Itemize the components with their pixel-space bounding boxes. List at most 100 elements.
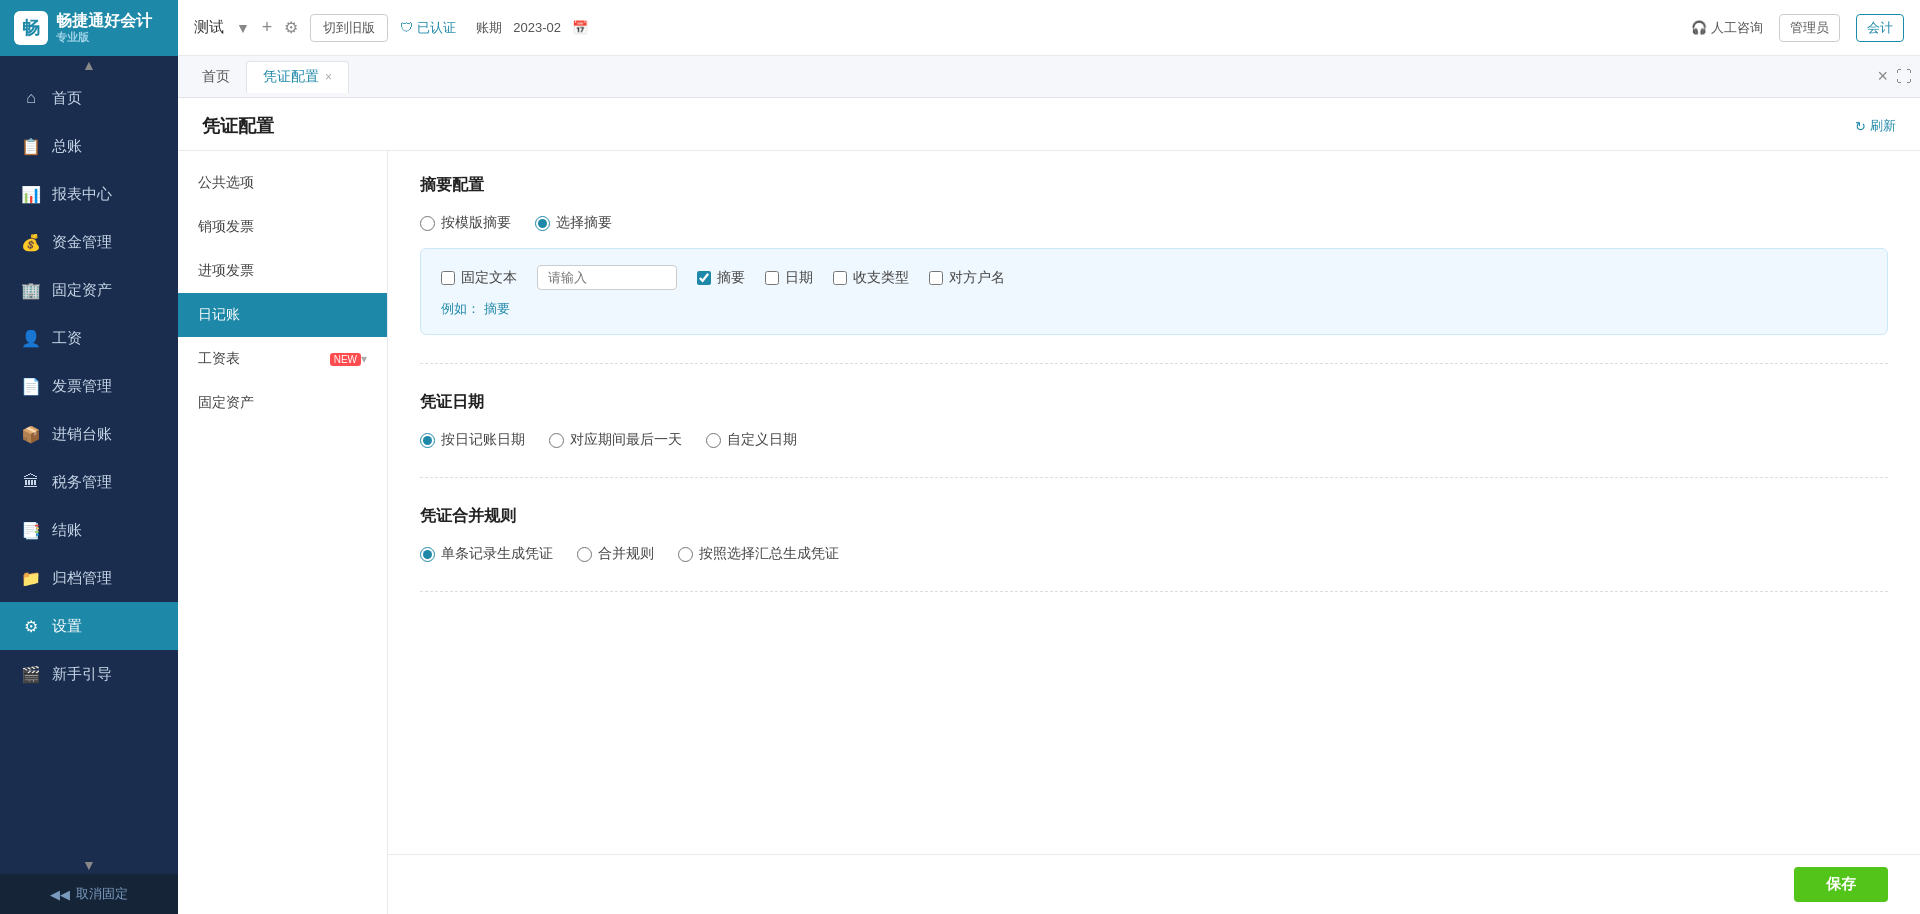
tab-config-close[interactable]: × xyxy=(325,70,332,84)
radio-template-summary[interactable]: 按模版摘要 xyxy=(420,214,511,232)
left-nav-purchase[interactable]: 进项发票 xyxy=(178,249,387,293)
sidebar-item-ledger[interactable]: 📋 总账 xyxy=(0,122,178,170)
radio-template-summary-input[interactable] xyxy=(420,216,435,231)
tab-config[interactable]: 凭证配置 × xyxy=(246,61,349,93)
sidebar-item-archive[interactable]: 📁 归档管理 xyxy=(0,554,178,602)
assets-icon: 🏢 xyxy=(20,281,42,300)
checkbox-summary-label: 摘要 xyxy=(717,269,745,287)
logo-name: 畅捷通好会计 xyxy=(56,11,152,30)
support-btn[interactable]: 🎧 人工咨询 xyxy=(1691,19,1763,37)
voucher-date-title: 凭证日期 xyxy=(420,392,1888,413)
tabbar: 首页 凭证配置 × × ⛶ xyxy=(178,56,1920,98)
radio-single-record[interactable]: 单条记录生成凭证 xyxy=(420,545,553,563)
topbar: 测试 ▼ + ⚙ 切到旧版 🛡 已认证 账期 2023-02 📅 🎧 人工咨询 … xyxy=(178,0,1920,56)
left-nav-public-label: 公共选项 xyxy=(198,174,367,192)
left-nav-public[interactable]: 公共选项 xyxy=(178,161,387,205)
guide-icon: 🎬 xyxy=(20,665,42,684)
sidebar-item-salary[interactable]: 👤 工资 xyxy=(0,314,178,362)
radio-period-last-input[interactable] xyxy=(549,433,564,448)
sidebar-item-trade[interactable]: 📦 进销台账 xyxy=(0,410,178,458)
sidebar-item-invoice[interactable]: 📄 发票管理 xyxy=(0,362,178,410)
merge-radio-group: 单条记录生成凭证 合并规则 按照选择汇总生成凭证 xyxy=(420,545,1888,563)
left-nav-sales[interactable]: 销项发票 xyxy=(178,205,387,249)
sidebar-label-tax: 税务管理 xyxy=(52,473,112,492)
company-dropdown-icon[interactable]: ▼ xyxy=(236,20,250,36)
checkbox-date[interactable]: 日期 xyxy=(765,269,813,287)
checkbox-counterpart[interactable]: 对方户名 xyxy=(929,269,1005,287)
checkbox-summary-input[interactable] xyxy=(697,271,711,285)
sidebar-label-assets: 固定资产 xyxy=(52,281,112,300)
left-nav-journal-label: 日记账 xyxy=(198,306,367,324)
sidebar-item-tax[interactable]: 🏛 税务管理 xyxy=(0,458,178,506)
salary-icon: 👤 xyxy=(20,329,42,348)
radio-journal-date-label: 按日记账日期 xyxy=(441,431,525,449)
period-info: 账期 2023-02 📅 xyxy=(476,19,587,37)
checkbox-pay-type[interactable]: 收支类型 xyxy=(833,269,909,287)
radio-select-summary[interactable]: 选择摘要 xyxy=(535,214,612,232)
merge-rules-section: 凭证合并规则 单条记录生成凭证 合并规则 按照选择汇总生成凭证 xyxy=(420,506,1888,563)
radio-single-record-label: 单条记录生成凭证 xyxy=(441,545,553,563)
support-text: 人工咨询 xyxy=(1711,19,1763,37)
radio-select-summary-input[interactable] xyxy=(535,216,550,231)
radio-custom-date-input[interactable] xyxy=(706,433,721,448)
left-nav-fixed-assets[interactable]: 固定资产 xyxy=(178,381,387,425)
radio-custom-date[interactable]: 自定义日期 xyxy=(706,431,797,449)
sidebar-item-reports[interactable]: 📊 报表中心 xyxy=(0,170,178,218)
left-nav-payroll[interactable]: 工资表 NEW ▾ xyxy=(178,337,387,381)
checkbox-pay-type-input[interactable] xyxy=(833,271,847,285)
sidebar-scroll-up[interactable]: ▲ xyxy=(0,56,178,74)
tab-home[interactable]: 首页 xyxy=(186,61,246,93)
checkbox-summary[interactable]: 摘要 xyxy=(697,269,745,287)
calendar-icon[interactable]: 📅 xyxy=(572,20,588,35)
payroll-chevron-icon: ▾ xyxy=(361,352,367,366)
save-button[interactable]: 保存 xyxy=(1794,867,1888,902)
accountant-btn[interactable]: 会计 xyxy=(1856,14,1904,42)
tabbar-close-icon[interactable]: × xyxy=(1877,66,1888,87)
radio-merge-rule[interactable]: 合并规则 xyxy=(577,545,654,563)
home-icon: ⌂ xyxy=(20,89,42,107)
sidebar-cancel-fixed[interactable]: ◀◀ 取消固定 xyxy=(0,874,178,914)
cancel-fixed-label: 取消固定 xyxy=(76,885,128,903)
page-header: 凭证配置 ↻ 刷新 xyxy=(178,98,1920,151)
sidebar-label-settings: 设置 xyxy=(52,617,82,636)
period-value: 2023-02 xyxy=(513,20,561,35)
sidebar-item-assets[interactable]: 🏢 固定资产 xyxy=(0,266,178,314)
sidebar-item-home[interactable]: ⌂ 首页 xyxy=(0,74,178,122)
switch-old-btn[interactable]: 切到旧版 xyxy=(310,14,388,42)
radio-single-record-input[interactable] xyxy=(420,547,435,562)
checkbox-fixed-text-label: 固定文本 xyxy=(461,269,517,287)
config-content: 摘要配置 按模版摘要 选择摘要 xyxy=(388,151,1920,854)
company-name: 测试 xyxy=(194,18,224,37)
radio-journal-date-input[interactable] xyxy=(420,433,435,448)
left-nav-journal[interactable]: 日记账 xyxy=(178,293,387,337)
radio-journal-date[interactable]: 按日记账日期 xyxy=(420,431,525,449)
sidebar-item-settings[interactable]: ⚙ 设置 xyxy=(0,602,178,650)
checkbox-fixed-text-input[interactable] xyxy=(441,271,455,285)
divider-1 xyxy=(420,363,1888,364)
sidebar-item-guide[interactable]: 🎬 新手引导 xyxy=(0,650,178,698)
refresh-btn[interactable]: ↻ 刷新 xyxy=(1855,117,1896,135)
settings-gear-icon[interactable]: ⚙ xyxy=(284,18,298,37)
sidebar-item-capital[interactable]: 💰 资金管理 xyxy=(0,218,178,266)
radio-batch-generate[interactable]: 按照选择汇总生成凭证 xyxy=(678,545,839,563)
fixed-text-input[interactable] xyxy=(537,265,677,290)
sidebar-label-settle: 结账 xyxy=(52,521,82,540)
archive-icon: 📁 xyxy=(20,569,42,588)
radio-batch-generate-input[interactable] xyxy=(678,547,693,562)
divider-3 xyxy=(420,591,1888,592)
sidebar: 畅 畅捷通好会计 专业版 ▲ ⌂ 首页 📋 总账 📊 报表中心 💰 资金管理 🏢… xyxy=(0,0,178,914)
checkbox-fixed-text[interactable]: 固定文本 xyxy=(441,269,517,287)
sidebar-item-settle[interactable]: 📑 结账 xyxy=(0,506,178,554)
radio-period-last[interactable]: 对应期间最后一天 xyxy=(549,431,682,449)
checkbox-date-input[interactable] xyxy=(765,271,779,285)
checkbox-counterpart-input[interactable] xyxy=(929,271,943,285)
radio-merge-rule-input[interactable] xyxy=(577,547,592,562)
sidebar-scroll-down[interactable]: ▼ xyxy=(0,856,178,874)
manager-btn[interactable]: 管理员 xyxy=(1779,14,1840,42)
reports-icon: 📊 xyxy=(20,185,42,204)
sidebar-logo: 畅 畅捷通好会计 专业版 xyxy=(0,0,178,56)
tabbar-expand-icon[interactable]: ⛶ xyxy=(1896,68,1912,86)
logo-sub: 专业版 xyxy=(56,30,152,45)
add-company-icon[interactable]: + xyxy=(262,17,273,38)
summary-radio-group: 按模版摘要 选择摘要 xyxy=(420,214,1888,232)
